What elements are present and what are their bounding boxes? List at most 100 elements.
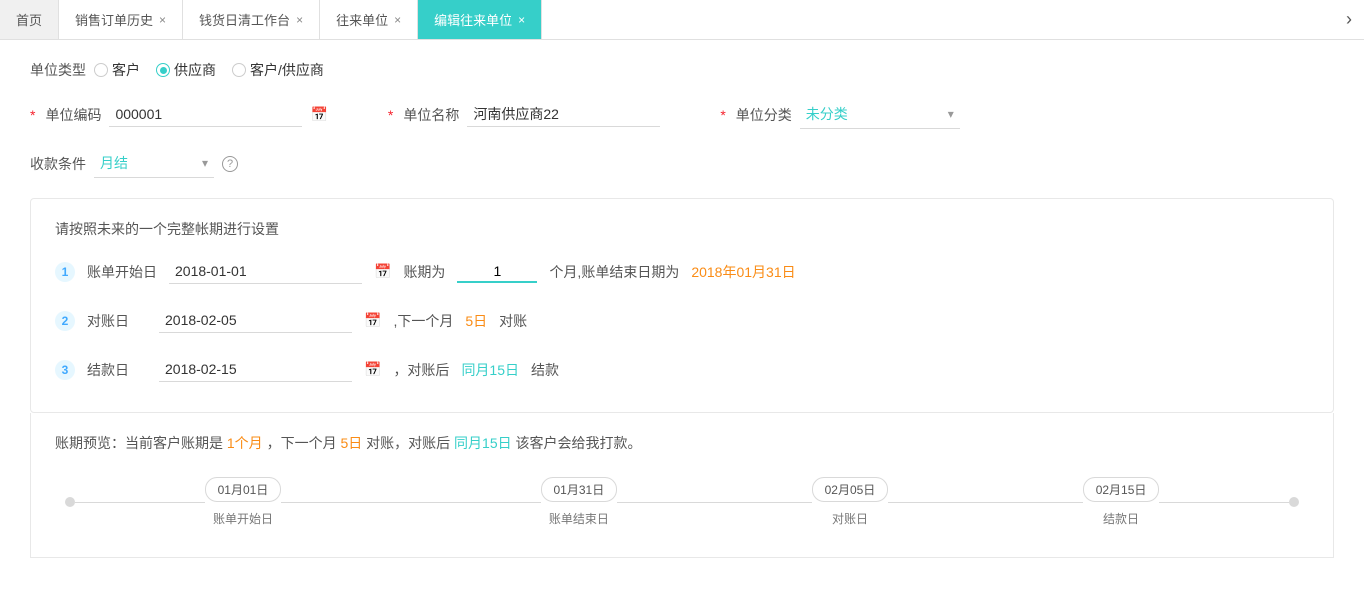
unit-name-required: * (388, 107, 393, 123)
unit-info-row: * 单位编码 📅 * 单位名称 * 单位分类 未分类 ▾ (30, 100, 1334, 129)
timeline-left-dot (65, 497, 75, 507)
period-date-1[interactable] (169, 259, 362, 284)
radio-supplier-label: 供应商 (174, 60, 216, 80)
period-row-3: 3 结款日 📅 ，对账后 同月15日 结款 (55, 357, 1309, 382)
radio-customer-label: 客户 (112, 60, 140, 80)
timeline-line-2 (281, 502, 540, 503)
period-row2-highlight: 5日 (465, 311, 487, 331)
timeline-line-5 (1159, 502, 1289, 503)
payment-help-icon[interactable]: ? (222, 156, 238, 172)
radio-supplier[interactable]: 供应商 (156, 60, 216, 80)
unit-type-label: 单位类型 (30, 60, 86, 80)
tab-sales-history-close[interactable]: × (159, 13, 166, 27)
tab-partner-label: 往来单位 (336, 10, 388, 29)
unit-class-select[interactable]: 未分类 ▾ (800, 100, 960, 129)
payment-group: 收款条件 月结 ▾ ? (30, 149, 238, 178)
period-cal-1[interactable]: 📅 (374, 263, 391, 280)
timeline-line-4 (888, 502, 1082, 503)
timeline-node2-bubble: 01月31日 (541, 477, 618, 502)
period-row2-prefix: ,下一个月 (393, 311, 453, 331)
tab-edit-partner-label: 编辑往来单位 (434, 10, 512, 29)
timeline-node3-bubble: 02月05日 (812, 477, 889, 502)
period-num-2: 2 (55, 311, 75, 331)
radio-group: 客户 供应商 客户/供应商 (94, 60, 324, 80)
unit-class-required: * (720, 107, 725, 123)
tab-cash-work-label: 钱货日清工作台 (199, 10, 290, 29)
preview-mid1: ，下一个月 (267, 435, 337, 451)
unit-code-required: * (30, 107, 35, 123)
period-row-1: 1 账单开始日 📅 账期为 个月,账单结束日期为 2018年01月31日 (55, 259, 1309, 284)
tab-sales-history-label: 销售订单历史 (75, 10, 153, 29)
preview-suffix: 该客户会给我打款。 (516, 435, 642, 451)
unit-type-group: 单位类型 客户 供应商 客户/供应商 (30, 60, 324, 80)
unit-class-label: 单位分类 (736, 105, 792, 125)
timeline-node1-bubble: 01月01日 (205, 477, 282, 502)
period-row2-suffix: 对账 (499, 311, 527, 331)
timeline-node-3: 02月05日 对账日 (812, 477, 889, 527)
unit-name-input[interactable] (467, 102, 660, 127)
period-end-date: 2018年01月31日 (691, 262, 795, 282)
period-row3-prefix: ，对账后 (393, 360, 449, 380)
unit-code-icon[interactable]: 📅 (310, 106, 327, 123)
tab-cash-work[interactable]: 钱货日清工作台 × (183, 0, 320, 39)
preview-highlight1: 1个月 (227, 435, 263, 451)
timeline-right-dot (1289, 497, 1299, 507)
period-num-3: 3 (55, 360, 75, 380)
tab-sales-history[interactable]: 销售订单历史 × (59, 0, 183, 39)
period-label-2: 对账日 (87, 311, 147, 331)
radio-customer[interactable]: 客户 (94, 60, 140, 80)
tab-edit-partner-close[interactable]: × (518, 13, 525, 27)
period-row3-highlight: 同月15日 (461, 360, 519, 380)
timeline: 01月01日 账单开始日 01月31日 账单结束日 02月05日 对账日 02月… (55, 477, 1309, 527)
tab-partner[interactable]: 往来单位 × (320, 0, 418, 39)
unit-type-row: 单位类型 客户 供应商 客户/供应商 (30, 60, 1334, 80)
unit-class-value: 未分类 (806, 104, 942, 124)
tab-expand-btn[interactable]: › (1334, 0, 1364, 39)
preview-highlight2: 5日 (340, 435, 362, 451)
unit-class-group: * 单位分类 未分类 ▾ (720, 100, 959, 129)
tab-edit-partner[interactable]: 编辑往来单位 × (418, 0, 542, 39)
tab-cash-work-close[interactable]: × (296, 13, 303, 27)
timeline-node4-bubble: 02月15日 (1083, 477, 1160, 502)
payment-label: 收款条件 (30, 154, 86, 174)
preview-section: 账期预览：当前客户账期是 1个月 ，下一个月 5日 对账，对账后 同月15日 该… (30, 413, 1334, 558)
period-month-suffix: 个月,账单结束日期为 (549, 262, 679, 282)
payment-row: 收款条件 月结 ▾ ? (30, 149, 1334, 178)
period-cal-2[interactable]: 📅 (364, 312, 381, 329)
unit-code-label: 单位编码 (45, 105, 101, 125)
radio-both[interactable]: 客户/供应商 (232, 60, 324, 80)
period-cal-3[interactable]: 📅 (364, 361, 381, 378)
tab-home[interactable]: 首页 (0, 0, 59, 39)
preview-highlight3: 同月15日 (454, 435, 512, 451)
preview-mid2: 对账，对账后 (366, 435, 450, 451)
unit-class-arrow-icon: ▾ (948, 107, 954, 121)
tab-home-label: 首页 (16, 10, 42, 29)
period-label-3: 结款日 (87, 360, 147, 380)
period-num-1: 1 (55, 262, 75, 282)
timeline-node1-label: 账单开始日 (213, 510, 273, 527)
unit-code-input[interactable] (109, 102, 302, 127)
period-date-3[interactable] (159, 357, 352, 382)
timeline-line-3 (617, 502, 811, 503)
radio-both-circle (232, 63, 246, 77)
timeline-node4-label: 结款日 (1103, 510, 1139, 527)
timeline-node-2: 01月31日 账单结束日 (541, 477, 618, 527)
period-title: 请按照未来的一个完整帐期进行设置 (55, 219, 1309, 239)
period-month-input[interactable] (457, 261, 537, 283)
payment-arrow-icon: ▾ (202, 156, 208, 170)
timeline-line-1 (75, 502, 205, 503)
payment-value: 月结 (100, 153, 196, 173)
tab-bar: 首页 销售订单历史 × 钱货日清工作台 × 往来单位 × 编辑往来单位 × › (0, 0, 1364, 40)
tab-partner-close[interactable]: × (394, 13, 401, 27)
timeline-node-4: 02月15日 结款日 (1083, 477, 1160, 527)
timeline-node-1: 01月01日 账单开始日 (205, 477, 282, 527)
period-date-2[interactable] (159, 308, 352, 333)
period-box: 请按照未来的一个完整帐期进行设置 1 账单开始日 📅 账期为 个月,账单结束日期… (30, 198, 1334, 413)
period-row-2: 2 对账日 📅 ,下一个月 5日 对账 (55, 308, 1309, 333)
payment-select[interactable]: 月结 ▾ (94, 149, 214, 178)
radio-supplier-circle (156, 63, 170, 77)
preview-prefix: 账期预览：当前客户账期是 (55, 435, 223, 451)
radio-customer-circle (94, 63, 108, 77)
unit-name-label: 单位名称 (403, 105, 459, 125)
period-suffix-before: 账期为 (403, 262, 445, 282)
